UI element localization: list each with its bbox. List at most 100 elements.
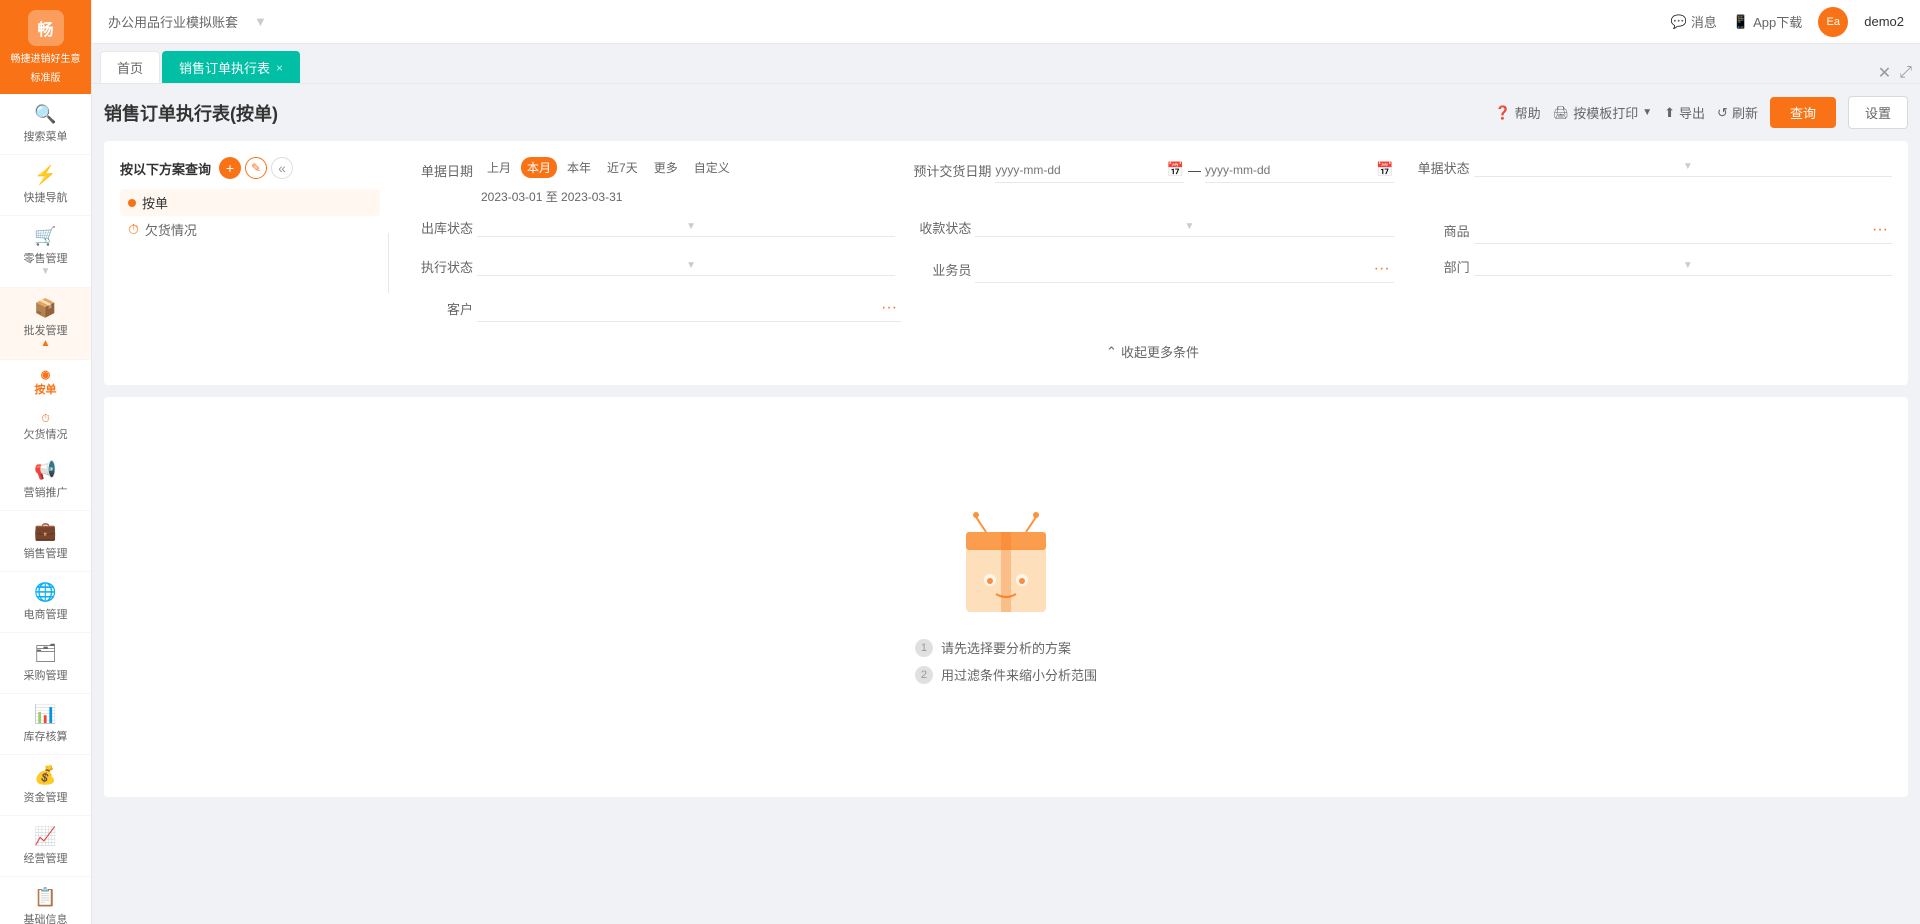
goods-label: 商品 bbox=[1410, 221, 1470, 240]
result-area: 1 请先选择要分析的方案 2 用过滤条件来缩小分析范围 bbox=[104, 397, 1908, 797]
logo[interactable]: 畅 畅捷进销好生意 标准版 bbox=[0, 0, 91, 94]
sales-icon: 💼 bbox=[34, 521, 56, 542]
sidebar-item-retail[interactable]: 🛒 零售管理 ▼ bbox=[0, 216, 91, 288]
goods-input[interactable] bbox=[1474, 223, 1864, 238]
sidebar-sub-qianKuan-label: 欠货情况 bbox=[24, 426, 68, 442]
payment-field: 收款状态 ▼ bbox=[911, 217, 1393, 237]
message-btn[interactable]: 💬 消息 bbox=[1671, 12, 1717, 31]
empty-box-svg bbox=[946, 502, 1066, 622]
doc-status-select[interactable]: ▼ bbox=[1474, 157, 1892, 177]
delivery-date-from[interactable]: 📅 bbox=[995, 157, 1184, 183]
salesperson-input[interactable] bbox=[975, 262, 1365, 277]
tab-sales-exec[interactable]: 销售订单执行表 × bbox=[162, 51, 300, 83]
customer-input-box[interactable]: ··· bbox=[477, 295, 901, 322]
sidebar-item-basic[interactable]: 📋 基础信息 bbox=[0, 877, 91, 924]
solution-panel-title: 按以下方案查询 + ✎ « bbox=[120, 157, 380, 179]
export-btn[interactable]: ⬆ 导出 bbox=[1664, 103, 1705, 122]
sidebar-item-operations[interactable]: 📈 经营管理 bbox=[0, 816, 91, 877]
filter-row-1: 单据日期 上月 本月 本年 近7天 更多 自定义 bbox=[413, 157, 1892, 205]
goods-input-box[interactable]: ··· bbox=[1474, 217, 1892, 244]
qianKuan-clock-icon: ⏱ bbox=[128, 221, 139, 238]
date-last-month-btn[interactable]: 上月 bbox=[481, 157, 517, 178]
calendar-from-icon[interactable]: 📅 bbox=[1167, 161, 1184, 178]
delivery-date-to[interactable]: 📅 bbox=[1205, 157, 1394, 183]
exec-label: 执行状态 bbox=[413, 257, 473, 276]
avatar[interactable]: Ea bbox=[1818, 7, 1848, 37]
step2-num: 2 bbox=[915, 666, 933, 684]
customer-input[interactable] bbox=[477, 301, 873, 316]
ecom-icon: 🌐 bbox=[34, 582, 56, 603]
salesperson-input-box[interactable]: ··· bbox=[975, 256, 1393, 283]
solution-title-label: 按以下方案查询 bbox=[120, 159, 211, 178]
calendar-to-icon[interactable]: 📅 bbox=[1376, 161, 1393, 178]
sidebar-sub-qianKuan[interactable]: ⏱ 欠货情况 bbox=[0, 405, 91, 450]
sidebar-item-inventory[interactable]: 📊 库存核算 bbox=[0, 694, 91, 755]
avatar-image: Ea bbox=[1827, 16, 1840, 28]
exec-select[interactable]: ▼ bbox=[477, 256, 895, 276]
salesperson-more-icon[interactable]: ··· bbox=[1370, 260, 1394, 278]
date-custom-btn[interactable]: 自定义 bbox=[688, 157, 736, 178]
goods-more-icon[interactable]: ··· bbox=[1868, 221, 1892, 239]
collapse-solution-btn[interactable]: « bbox=[271, 157, 293, 179]
panel-divider bbox=[388, 233, 389, 293]
breadcrumb: 办公用品行业模拟账套 bbox=[108, 12, 238, 31]
date-7days-btn[interactable]: 近7天 bbox=[601, 157, 644, 178]
solution-qianKuan[interactable]: ⏱ 欠货情况 bbox=[120, 216, 380, 243]
chevron-up-icon: ▲ bbox=[41, 338, 51, 349]
sidebar-item-sales[interactable]: 💼 销售管理 bbox=[0, 511, 91, 572]
print-label: 按模板打印 bbox=[1573, 103, 1638, 122]
print-btn[interactable]: 🖨 按模板打印 ▼ bbox=[1553, 103, 1652, 122]
sidebar-quick-nav[interactable]: ⚡ 快捷导航 bbox=[0, 155, 91, 216]
tab-home[interactable]: 首页 bbox=[100, 51, 160, 83]
date-this-month-btn[interactable]: 本月 bbox=[521, 157, 557, 178]
sidebar-item-purchase[interactable]: 🗂 采购管理 bbox=[0, 633, 91, 694]
sidebar-search[interactable]: 🔍 搜索菜单 bbox=[0, 94, 91, 155]
date-more-btn[interactable]: 更多 bbox=[648, 157, 684, 178]
sidebar-item-finance[interactable]: 💰 资金管理 bbox=[0, 755, 91, 816]
solution-anDan[interactable]: 按单 bbox=[120, 189, 380, 216]
tab-sales-exec-label: 销售订单执行表 bbox=[179, 58, 270, 77]
help-btn[interactable]: ❓ 帮助 bbox=[1494, 103, 1540, 122]
goods-field: 商品 ··· bbox=[1410, 217, 1892, 244]
search-btn[interactable]: 查询 bbox=[1770, 97, 1836, 128]
tab-close-icon[interactable]: × bbox=[276, 61, 283, 75]
edit-solution-btn[interactable]: ✎ bbox=[245, 157, 267, 179]
delivery-to-input[interactable] bbox=[1205, 163, 1372, 177]
sidebar-purchase-label: 采购管理 bbox=[24, 667, 68, 683]
message-icon: 💬 bbox=[1671, 14, 1687, 30]
dept-select[interactable]: ▼ bbox=[1474, 256, 1892, 276]
sidebar-item-marketing[interactable]: 📢 营销推广 bbox=[0, 450, 91, 511]
help-icon: ❓ bbox=[1494, 105, 1510, 121]
window-close-icon[interactable]: ✕ bbox=[1878, 63, 1891, 83]
top-header-left: 办公用品行业模拟账套 ▼ bbox=[108, 12, 271, 31]
retail-icon: 🛒 bbox=[34, 226, 56, 247]
operations-icon: 📈 bbox=[34, 826, 56, 847]
window-maximize-icon[interactable]: ⤢ bbox=[1899, 64, 1912, 82]
page-title: 销售订单执行表(按单) bbox=[104, 100, 278, 126]
empty-steps: 1 请先选择要分析的方案 2 用过滤条件来缩小分析范围 bbox=[915, 638, 1097, 692]
sidebar-item-ecom[interactable]: 🌐 电商管理 bbox=[0, 572, 91, 633]
refresh-btn[interactable]: ↺ 刷新 bbox=[1717, 103, 1758, 122]
anDan-icon: ◉ bbox=[41, 368, 51, 381]
payment-select[interactable]: ▼ bbox=[975, 217, 1393, 237]
dept-label: 部门 bbox=[1410, 257, 1470, 276]
sidebar-search-label: 搜索菜单 bbox=[24, 128, 68, 144]
date-this-year-btn[interactable]: 本年 bbox=[561, 157, 597, 178]
app-download-btn[interactable]: 📱 App下载 bbox=[1733, 12, 1802, 31]
breadcrumb-arrow[interactable]: ▼ bbox=[254, 14, 267, 29]
date-field: 单据日期 上月 本月 本年 近7天 更多 自定义 bbox=[413, 157, 895, 205]
dept-field: 部门 ▼ bbox=[1410, 256, 1892, 276]
add-solution-btn[interactable]: + bbox=[219, 157, 241, 179]
sidebar-sales-label: 销售管理 bbox=[24, 545, 68, 561]
user-name[interactable]: demo2 bbox=[1864, 14, 1904, 29]
page-title-row: 销售订单执行表(按单) ❓ 帮助 🖨 按模板打印 ▼ ⬆ 导出 bbox=[104, 96, 1908, 129]
collapse-btn[interactable]: ⌃ 收起更多条件 bbox=[1106, 342, 1199, 361]
outbound-select[interactable]: ▼ bbox=[477, 217, 895, 237]
settings-btn[interactable]: 设置 bbox=[1848, 96, 1908, 129]
customer-more-icon[interactable]: ··· bbox=[877, 299, 901, 317]
customer-label: 客户 bbox=[413, 299, 473, 318]
delivery-from-input[interactable] bbox=[995, 163, 1162, 177]
collapse-row: ⌃ 收起更多条件 bbox=[413, 334, 1892, 369]
sidebar-item-wholesale[interactable]: 📦 批发管理 ▲ bbox=[0, 288, 91, 360]
sidebar-sub-anDan[interactable]: ◉ 按单 bbox=[0, 360, 91, 405]
